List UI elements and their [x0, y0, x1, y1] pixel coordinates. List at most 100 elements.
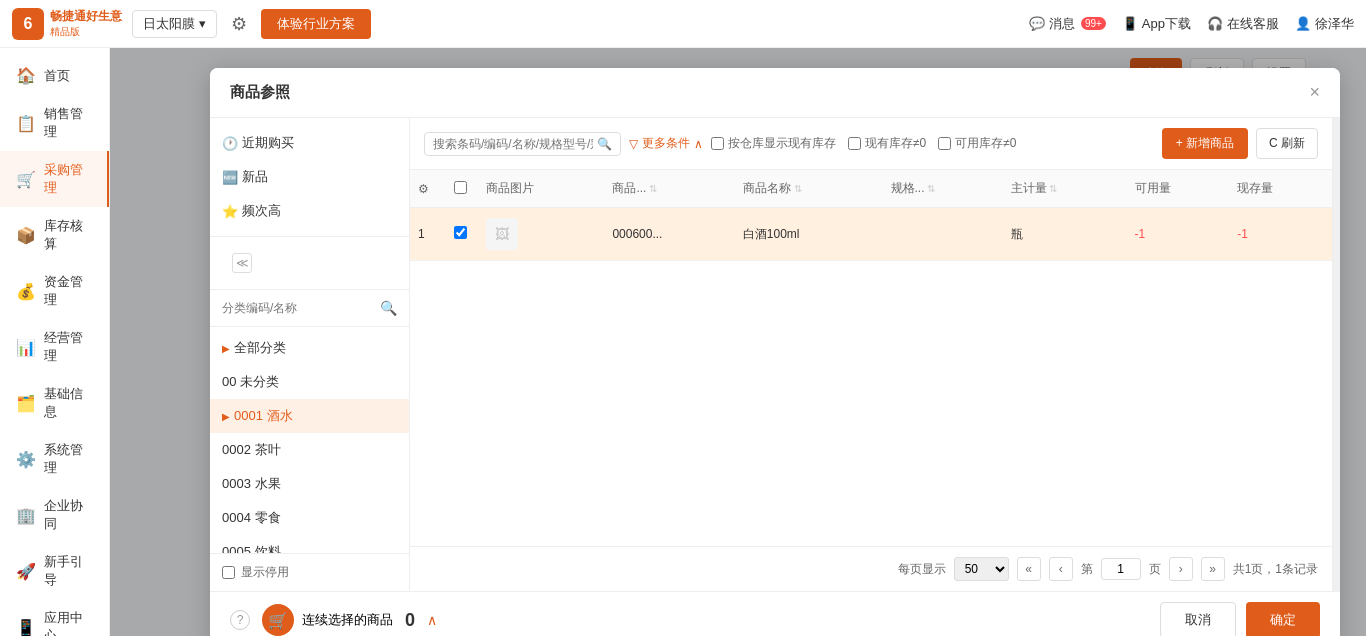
page-input[interactable]: [1101, 558, 1141, 580]
col-name[interactable]: 商品名称: [735, 170, 883, 208]
cancel-button[interactable]: 取消: [1160, 602, 1236, 636]
nav-message[interactable]: 💬 消息 99+: [1029, 15, 1106, 33]
category-00[interactable]: 00 未分类: [210, 365, 409, 399]
operation-icon: 📊: [16, 338, 36, 357]
col-unit[interactable]: 主计量: [1003, 170, 1127, 208]
category-0003[interactable]: 0003 水果: [210, 467, 409, 501]
category-search-icon[interactable]: 🔍: [380, 300, 397, 316]
category-search-input[interactable]: [222, 301, 376, 315]
main-layout: 🏠 首页 📋 销售管理 🛒 采购管理 📦 库存核算 💰 资金管理 📊 经营管理 …: [0, 48, 1366, 636]
add-product-button[interactable]: + 新增商品: [1162, 128, 1248, 159]
page-next-button[interactable]: ›: [1169, 557, 1193, 581]
nav-dropdown[interactable]: 日太阳膜 ▾: [132, 10, 217, 38]
content-area: 查询 刷新 设置 商品参照 × 🕐 近期购买: [110, 48, 1366, 636]
modal-header: 商品参照 ×: [210, 68, 1340, 118]
page-label: 第: [1081, 561, 1093, 578]
col-code[interactable]: 商品...: [604, 170, 734, 208]
nav-service[interactable]: 🎧 在线客服: [1207, 15, 1279, 33]
available-stock-checkbox-label[interactable]: 可用库存≠0: [938, 135, 1016, 152]
nav-user[interactable]: 👤 徐泽华: [1295, 15, 1354, 33]
refresh-button[interactable]: C 刷新: [1256, 128, 1318, 159]
nav-cta-button[interactable]: 体验行业方案: [261, 9, 371, 39]
row-check[interactable]: [446, 208, 478, 261]
recent-icon: 🕐: [222, 136, 238, 151]
table-header-row: ⚙ 商品图片 商品... 商品名称 规格... 主计量 可用量 现存量: [410, 170, 1332, 208]
quick-recent[interactable]: 🕐 近期购买: [210, 126, 409, 160]
page-prev-button[interactable]: ‹: [1049, 557, 1073, 581]
sidebar-item-stock[interactable]: 📦 库存核算: [0, 207, 109, 263]
sidebar-item-system[interactable]: ⚙️ 系统管理: [0, 431, 109, 487]
modal-close-button[interactable]: ×: [1309, 82, 1320, 103]
row-checkbox[interactable]: [454, 226, 467, 239]
modal-scrollbar[interactable]: [1332, 118, 1340, 591]
row-image: 🖼: [478, 208, 604, 261]
per-page-select[interactable]: 50 10 20 100: [954, 557, 1009, 581]
user-icon: 👤: [1295, 16, 1311, 31]
app-icon: 📱: [1122, 16, 1138, 31]
select-all-checkbox[interactable]: [454, 181, 467, 194]
product-search-input[interactable]: [433, 137, 593, 151]
filter-button[interactable]: ▽ 更多条件 ∧: [629, 135, 703, 152]
nav-app-download[interactable]: 📱 App下载: [1122, 15, 1191, 33]
product-toolbar: 🔍 ▽ 更多条件 ∧ 按仓库显示现有库存: [410, 118, 1332, 170]
purchase-icon: 🛒: [16, 170, 36, 189]
page-last-button[interactable]: »: [1201, 557, 1225, 581]
sidebar-item-operation[interactable]: 📊 经营管理: [0, 319, 109, 375]
category-0005[interactable]: 0005 饮料: [210, 535, 409, 553]
guide-icon: 🚀: [16, 562, 36, 581]
sidebar-item-guide[interactable]: 🚀 新手引导: [0, 543, 109, 599]
quick-new[interactable]: 🆕 新品: [210, 160, 409, 194]
confirm-button[interactable]: 确定: [1246, 602, 1320, 636]
current-stock-checkbox[interactable]: [848, 137, 861, 150]
product-image: 🖼: [486, 218, 518, 250]
sidebar-item-apps[interactable]: 📱 应用中心: [0, 599, 109, 636]
table-row[interactable]: 1 🖼 000600... 白酒100ml 瓶 -1: [410, 208, 1332, 261]
category-search: 🔍: [210, 290, 409, 327]
cart-icon: 🛒: [262, 604, 294, 636]
by-warehouse-checkbox-label[interactable]: 按仓库显示现有库存: [711, 135, 836, 152]
category-all[interactable]: ▶ 全部分类: [210, 331, 409, 365]
col-settings[interactable]: ⚙: [410, 170, 446, 208]
frequent-icon: ⭐: [222, 204, 238, 219]
selected-count-badge: 0: [405, 610, 415, 631]
category-0001[interactable]: ▶ 0001 酒水: [210, 399, 409, 433]
product-panel: 🔍 ▽ 更多条件 ∧ 按仓库显示现有库存: [410, 118, 1332, 591]
category-0002[interactable]: 0002 茶叶: [210, 433, 409, 467]
current-stock-checkbox-label[interactable]: 现有库存≠0: [848, 135, 926, 152]
sidebar-item-finance[interactable]: 💰 资金管理: [0, 263, 109, 319]
basic-icon: 🗂️: [16, 394, 36, 413]
product-reference-modal: 商品参照 × 🕐 近期购买 🆕 新品: [210, 68, 1340, 636]
logo-area: 6 畅捷通好生意 精品版: [12, 8, 122, 40]
product-search-icon[interactable]: 🔍: [597, 137, 612, 151]
col-check[interactable]: [446, 170, 478, 208]
logo-text: 畅捷通好生意 精品版: [50, 8, 122, 39]
sidebar-item-sales[interactable]: 📋 销售管理: [0, 95, 109, 151]
apps-icon: 📱: [16, 618, 36, 637]
per-page-label: 每页显示: [898, 561, 946, 578]
col-spec[interactable]: 规格...: [883, 170, 1003, 208]
row-stock: -1: [1229, 208, 1332, 261]
show-disabled-checkbox[interactable]: [222, 566, 235, 579]
by-warehouse-checkbox[interactable]: [711, 137, 724, 150]
gear-icon[interactable]: ⚙: [231, 13, 247, 35]
page-first-button[interactable]: «: [1017, 557, 1041, 581]
help-icon[interactable]: ?: [230, 610, 250, 630]
new-icon: 🆕: [222, 170, 238, 185]
product-table-body: 1 🖼 000600... 白酒100ml 瓶 -1: [410, 208, 1332, 261]
collapse-cart-button[interactable]: ∧: [427, 612, 437, 628]
product-data-table: ⚙ 商品图片 商品... 商品名称 规格... 主计量 可用量 现存量: [410, 170, 1332, 261]
sidebar-item-home[interactable]: 🏠 首页: [0, 56, 109, 95]
filter-conditions: 按仓库显示现有库存 现有库存≠0 可用库存≠0: [711, 135, 1017, 152]
category-0004[interactable]: 0004 零食: [210, 501, 409, 535]
available-stock-checkbox[interactable]: [938, 137, 951, 150]
quick-frequent[interactable]: ⭐ 频次高: [210, 194, 409, 228]
message-badge: 99+: [1081, 17, 1106, 30]
headset-icon: 🎧: [1207, 16, 1223, 31]
product-table: ⚙ 商品图片 商品... 商品名称 规格... 主计量 可用量 现存量: [410, 170, 1332, 546]
row-available: -1: [1127, 208, 1230, 261]
col-available: 可用量: [1127, 170, 1230, 208]
sidebar-item-basic[interactable]: 🗂️ 基础信息: [0, 375, 109, 431]
sidebar-item-enterprise[interactable]: 🏢 企业协同: [0, 487, 109, 543]
collapse-panel-button[interactable]: ≪: [232, 253, 252, 273]
sidebar-item-purchase[interactable]: 🛒 采购管理: [0, 151, 109, 207]
